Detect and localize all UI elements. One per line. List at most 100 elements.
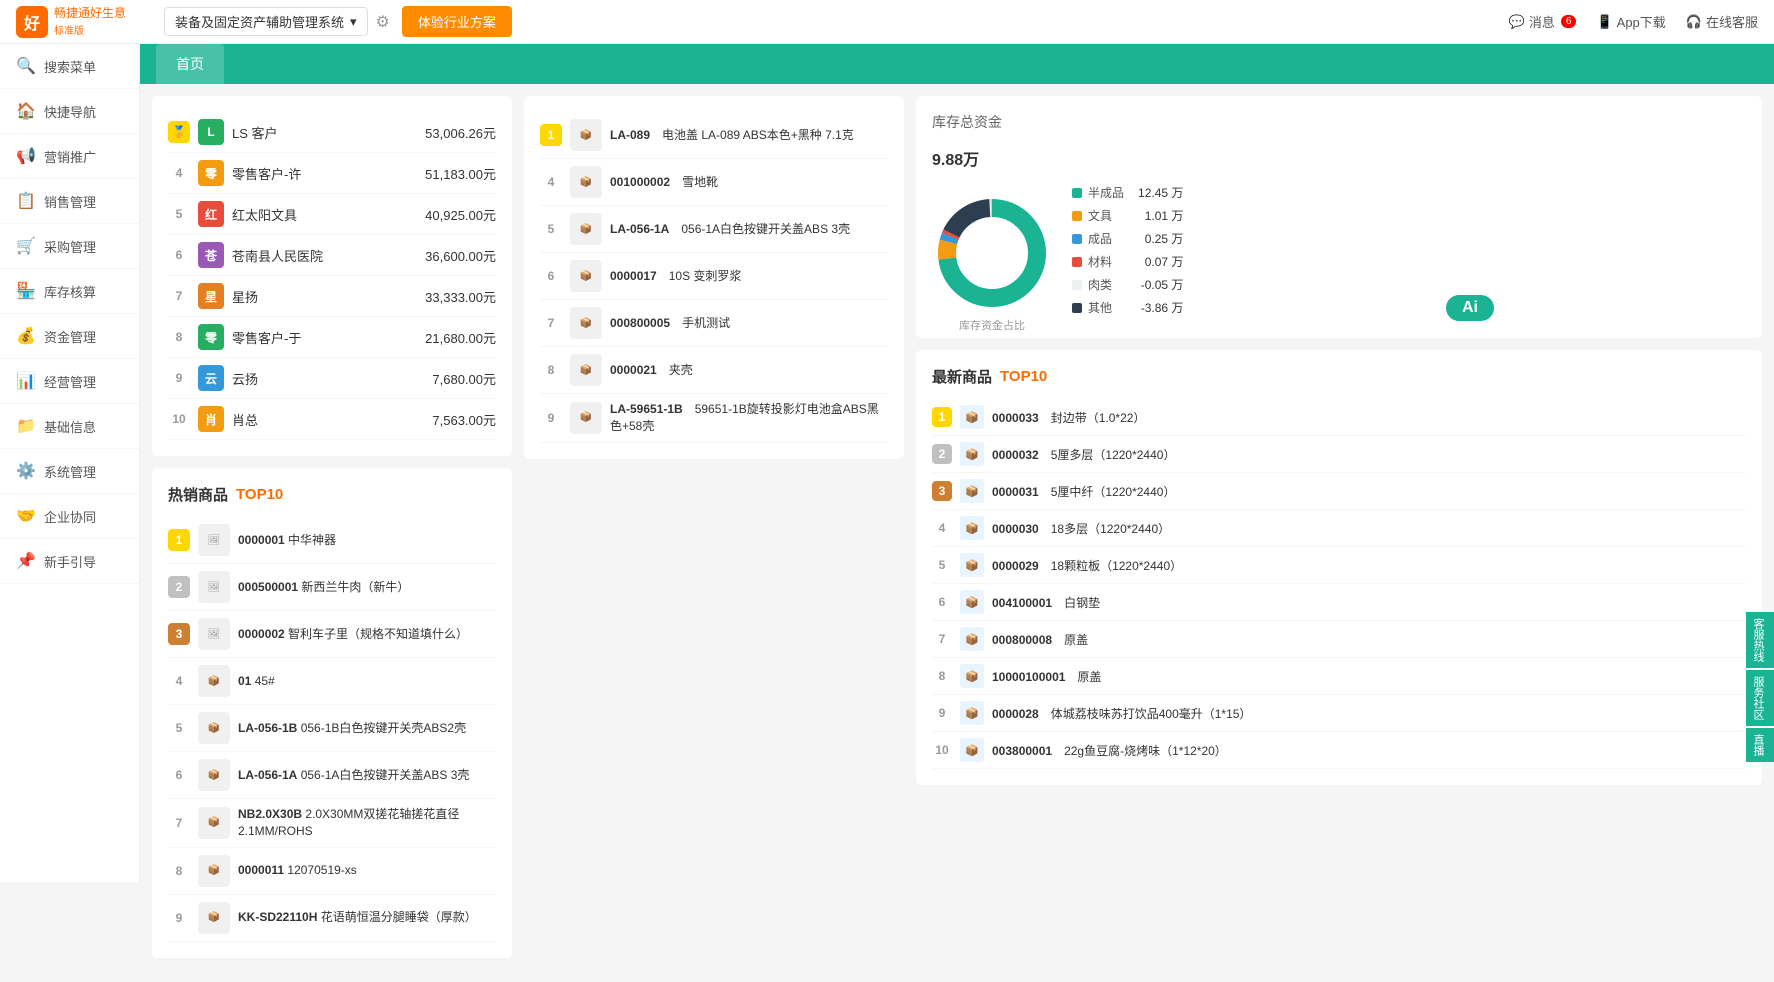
online-service-label: 在线客服 — [1706, 12, 1758, 31]
sidebar-item-sales[interactable]: 📋 销售管理 — [0, 179, 139, 224]
latest-rank-badge: 2 — [932, 444, 952, 464]
rank-amount-9: 7,680.00元 — [432, 369, 496, 388]
middle-products-card: 1 📦 LA-089 电池盖 LA-089 ABS本色+黑种 7.1克 4 📦 … — [524, 96, 904, 459]
sidebar-item-cooperation[interactable]: 🤝 企业协同 — [0, 494, 139, 539]
settings-icon[interactable]: ⚙ — [376, 12, 390, 32]
middle-rank-badge: 8 — [540, 359, 562, 381]
latest-product-item: 1 📦 0000033 封边带（1.0*22） — [932, 399, 1746, 436]
latest-product-item: 7 📦 000800008 原盖 — [932, 621, 1746, 658]
middle-product-name: LA-056-1A 056-1A白色按键开关盖ABS 3壳 — [610, 221, 888, 238]
product-name: LA-056-1A 056-1A白色按键开关盖ABS 3壳 — [238, 767, 496, 784]
legend-dot — [1072, 188, 1082, 198]
app-download-button[interactable]: 📱 App下载 — [1596, 12, 1665, 31]
latest-product-icon: 📦 — [960, 553, 984, 577]
latest-product-item: 5 📦 0000029 18颗粒板（1220*2440） — [932, 547, 1746, 584]
latest-products-top10: TOP10 — [1000, 368, 1047, 385]
rank-item-1: 🥇 L LS 客户 53,006.26元 — [168, 112, 496, 153]
customer-rank-card: 🥇 L LS 客户 53,006.26元 4 零 零售客户-许 51,183.0… — [152, 96, 512, 456]
tab-home[interactable]: 首页 — [156, 44, 224, 84]
rank-badge: 2 — [168, 576, 190, 598]
latest-product-icon: 📦 — [960, 442, 984, 466]
inventory-unit: 万 — [963, 152, 979, 169]
legend-label: 其他 — [1088, 299, 1127, 316]
sidebar-label-system: 系统管理 — [44, 462, 96, 481]
rank-amount-7: 33,333.00元 — [425, 287, 496, 306]
inventory-amount: 9.88万 — [932, 140, 1746, 172]
sidebar-label-guide: 新手引导 — [44, 552, 96, 571]
purchase-icon: 🛒 — [16, 236, 36, 256]
system-selector[interactable]: 装备及固定资产辅助管理系统 ▾ — [164, 7, 368, 36]
app-download-label: App下载 — [1617, 12, 1666, 31]
sidebar-item-purchase[interactable]: 🛒 采购管理 — [0, 224, 139, 269]
latest-product-icon: 📦 — [960, 701, 984, 725]
message-button[interactable]: 💬 消息 6 — [1509, 12, 1577, 31]
sidebar-item-search[interactable]: 🔍 搜索菜单 — [0, 44, 139, 89]
rank-badge: 5 — [168, 717, 190, 739]
hot-product-item: 7 📦 NB2.0X30B 2.0X30MM双搓花轴搓花直径2.1MM/ROHS — [168, 799, 496, 848]
experience-button[interactable]: 体验行业方案 — [402, 6, 512, 37]
sidebar-item-system[interactable]: ⚙️ 系统管理 — [0, 449, 139, 494]
latest-product-item: 4 📦 0000030 18多层（1220*2440） — [932, 510, 1746, 547]
sidebar-item-guide[interactable]: 📌 新手引导 — [0, 539, 139, 584]
rank-num-8: 8 — [168, 326, 190, 348]
sidebar-item-marketing[interactable]: 📢 营销推广 — [0, 134, 139, 179]
middle-panel: 1 📦 LA-089 电池盖 LA-089 ABS本色+黑种 7.1克 4 📦 … — [524, 96, 904, 970]
rank-amount-5: 40,925.00元 — [425, 205, 496, 224]
latest-product-icon: 📦 — [960, 405, 984, 429]
content-area: 🥇 L LS 客户 53,006.26元 4 零 零售客户-许 51,183.0… — [140, 84, 1774, 982]
home-icon: 🏠 — [16, 101, 36, 121]
legend-label: 成品 — [1088, 230, 1131, 247]
legend-label: 肉类 — [1088, 276, 1127, 293]
product-img: 🖼 — [198, 618, 230, 650]
online-service-button[interactable]: 🎧 在线客服 — [1686, 12, 1758, 31]
latest-product-icon: 📦 — [960, 590, 984, 614]
middle-product-item: 4 📦 001000002 雪地靴 — [540, 159, 888, 206]
sales-icon: 📋 — [16, 191, 36, 211]
rank-num-10: 10 — [168, 408, 190, 430]
inventory-value: 9.88 — [932, 152, 963, 169]
middle-product-img: 📦 — [570, 166, 602, 198]
sidebar-item-finance[interactable]: 💰 资金管理 — [0, 314, 139, 359]
middle-product-item: 8 📦 0000021 夹壳 — [540, 347, 888, 394]
headset-icon: 🎧 — [1686, 14, 1702, 30]
float-btn-live[interactable]: 直播 — [1746, 728, 1774, 762]
rank-badge: 3 — [168, 623, 190, 645]
logo-icon: 好 — [16, 6, 48, 38]
legend-item: 半成品 12.45 万 — [1072, 184, 1183, 201]
legend-label: 文具 — [1088, 207, 1131, 224]
middle-product-img: 📦 — [570, 307, 602, 339]
middle-rank-badge: 9 — [540, 407, 562, 429]
legend-item: 其他 -3.86 万 — [1072, 299, 1183, 316]
rank-item-9: 9 云 云扬 7,680.00元 — [168, 358, 496, 399]
legend-dot — [1072, 280, 1082, 290]
middle-product-item: 5 📦 LA-056-1A 056-1A白色按键开关盖ABS 3壳 — [540, 206, 888, 253]
sidebar-item-operations[interactable]: 📊 经营管理 — [0, 359, 139, 404]
legend-dot — [1072, 303, 1082, 313]
sidebar-item-nav[interactable]: 🏠 快捷导航 — [0, 89, 139, 134]
hot-product-item: 6 📦 LA-056-1A 056-1A白色按键开关盖ABS 3壳 — [168, 752, 496, 799]
nav-tabs: 首页 — [140, 44, 1774, 84]
sidebar-item-inventory[interactable]: 🏪 库存核算 — [0, 269, 139, 314]
sidebar-item-basic[interactable]: 📁 基础信息 — [0, 404, 139, 449]
top-header: 好 畅捷通好生意 标准版 装备及固定资产辅助管理系统 ▾ ⚙ 体验行业方案 💬 … — [0, 0, 1774, 44]
float-btn-service[interactable]: 客服热线 — [1746, 612, 1774, 668]
logo-name: 畅捷通好生意 — [54, 6, 126, 22]
inventory-title: 库存总资金 — [932, 112, 1746, 132]
middle-product-img: 📦 — [570, 119, 602, 151]
logo-area: 好 畅捷通好生意 标准版 — [16, 6, 156, 38]
ai-bubble[interactable]: Ai — [1446, 295, 1494, 321]
legend-value: 1.01 万 — [1145, 207, 1184, 224]
middle-product-name: 0000021 夹壳 — [610, 362, 888, 379]
chart-label: 库存资金占比 — [932, 317, 1052, 333]
float-btn-community[interactable]: 服务社区 — [1746, 670, 1774, 726]
system-icon: ⚙️ — [16, 461, 36, 481]
rank-badge: 7 — [168, 812, 190, 834]
product-name: 0000001 中华神器 — [238, 532, 496, 549]
rank-item-10: 10 肖 肖总 7,563.00元 — [168, 399, 496, 440]
product-img: 📦 — [198, 665, 230, 697]
latest-product-name: 0000033 封边带（1.0*22） — [992, 409, 1746, 426]
latest-product-item: 3 📦 0000031 5厘中纤（1220*2440） — [932, 473, 1746, 510]
middle-rank-badge: 5 — [540, 218, 562, 240]
sidebar-label-finance: 资金管理 — [44, 327, 96, 346]
latest-product-item: 8 📦 10000100001 原盖 — [932, 658, 1746, 695]
